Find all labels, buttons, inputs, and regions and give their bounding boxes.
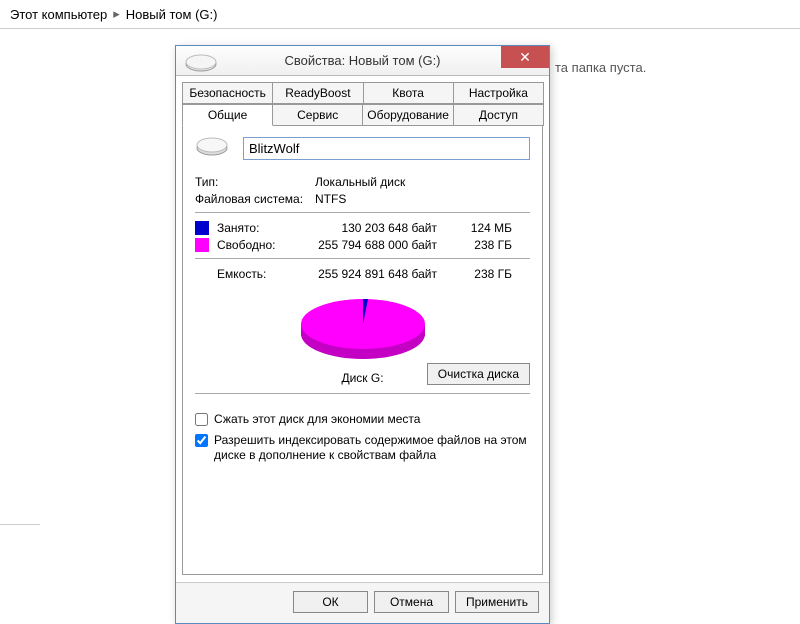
used-human: 124 МБ [457, 221, 512, 235]
tab-security[interactable]: Безопасность [182, 82, 273, 104]
drive-icon [184, 53, 218, 78]
compress-checkbox[interactable] [195, 413, 208, 426]
divider [195, 393, 530, 394]
properties-dialog: Свойства: Новый том (G:) ✕ Безопасность … [175, 45, 550, 624]
tab-content-general: Тип: Локальный диск Файловая система: NT… [182, 125, 543, 575]
free-color-swatch [195, 238, 209, 252]
pie-label: Диск G: [341, 371, 383, 385]
compress-label: Сжать этот диск для экономии места [214, 412, 420, 428]
capacity-bytes: 255 924 891 648 байт [307, 267, 457, 281]
dialog-button-bar: ОК Отмена Применить [176, 582, 549, 623]
capacity-row: Емкость: 255 924 891 648 байт 238 ГБ [195, 267, 530, 281]
type-label: Тип: [195, 175, 315, 189]
disk-cleanup-button[interactable]: Очистка диска [427, 363, 530, 385]
type-value: Локальный диск [315, 175, 405, 189]
apply-button[interactable]: Применить [455, 591, 539, 613]
folder-empty-message: та папка пуста. [555, 60, 646, 75]
titlebar[interactable]: Свойства: Новый том (G:) ✕ [176, 46, 549, 76]
free-bytes: 255 794 688 000 байт [307, 238, 457, 252]
breadcrumb-computer[interactable]: Этот компьютер [10, 7, 107, 22]
filesystem-value: NTFS [315, 192, 346, 206]
pie-chart-area: Диск G: Очистка диска [195, 289, 530, 385]
close-button[interactable]: ✕ [501, 46, 549, 68]
titlebar-title: Свойства: Новый том (G:) [284, 53, 440, 68]
index-checkbox[interactable] [195, 434, 208, 447]
tab-hardware[interactable]: Оборудование [362, 104, 454, 126]
breadcrumb-volume[interactable]: Новый том (G:) [126, 7, 218, 22]
tab-customize[interactable]: Настройка [453, 82, 544, 104]
tab-general[interactable]: Общие [182, 104, 273, 126]
free-space-row: Свободно: 255 794 688 000 байт 238 ГБ [195, 238, 530, 252]
tab-tools[interactable]: Сервис [272, 104, 363, 126]
close-icon: ✕ [519, 49, 531, 66]
free-label: Свободно: [217, 238, 307, 252]
panel-edge [0, 524, 40, 544]
drive-large-icon [195, 136, 229, 161]
index-checkbox-row[interactable]: Разрешить индексировать содержимое файло… [195, 433, 530, 464]
capacity-human: 238 ГБ [457, 267, 512, 281]
type-row: Тип: Локальный диск [195, 175, 530, 189]
free-human: 238 ГБ [457, 238, 512, 252]
filesystem-label: Файловая система: [195, 192, 315, 206]
used-bytes: 130 203 648 байт [307, 221, 457, 235]
tabs: Безопасность ReadyBoost Квота Настройка … [182, 82, 543, 126]
divider [195, 212, 530, 213]
tab-sharing[interactable]: Доступ [453, 104, 544, 126]
cancel-button[interactable]: Отмена [374, 591, 449, 613]
filesystem-row: Файловая система: NTFS [195, 192, 530, 206]
volume-name-input[interactable] [243, 137, 530, 160]
breadcrumb: Этот компьютер ▸ Новый том (G:) [0, 0, 800, 29]
tab-readyboost[interactable]: ReadyBoost [272, 82, 363, 104]
index-label: Разрешить индексировать содержимое файло… [214, 433, 530, 464]
divider [195, 258, 530, 259]
ok-button[interactable]: ОК [293, 591, 368, 613]
capacity-label: Емкость: [217, 267, 307, 281]
compress-checkbox-row[interactable]: Сжать этот диск для экономии места [195, 412, 530, 428]
used-label: Занято: [217, 221, 307, 235]
tab-quota[interactable]: Квота [363, 82, 454, 104]
disk-pie-icon [288, 289, 438, 367]
used-color-swatch [195, 221, 209, 235]
breadcrumb-separator-icon: ▸ [113, 6, 120, 22]
used-space-row: Занято: 130 203 648 байт 124 МБ [195, 221, 530, 235]
